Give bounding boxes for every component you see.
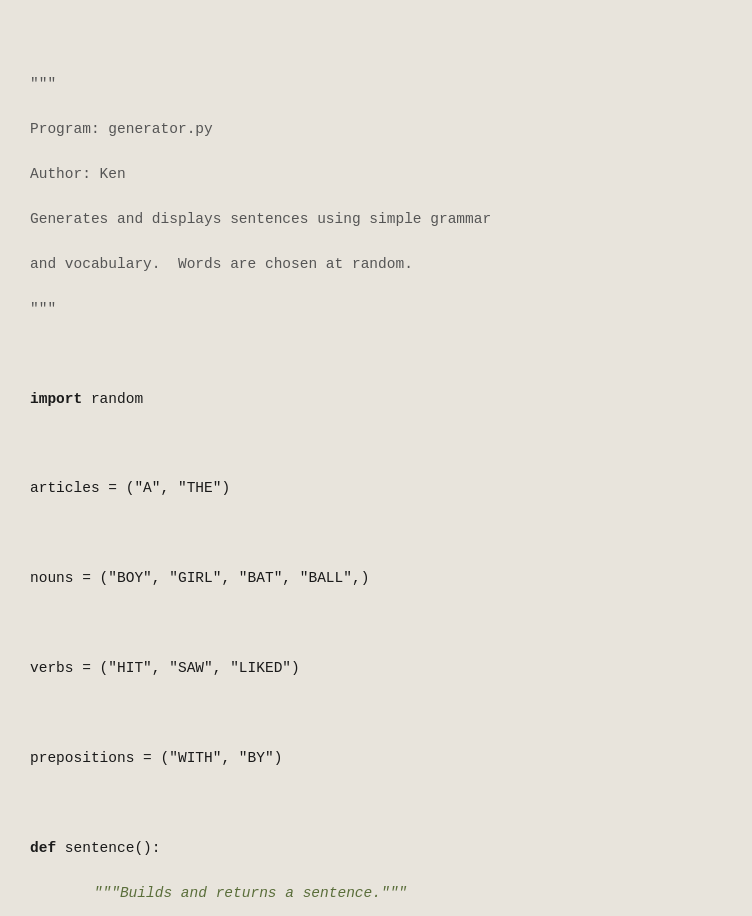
line-blank-6 [30,792,722,814]
line-1: """ [30,73,722,95]
line-blank-4 [30,612,722,634]
line-sentence-docstring: """Builds and returns a sentence.""" [30,882,722,904]
line-prepositions: prepositions = ("WITH", "BY") [30,747,722,769]
line-verbs: verbs = ("HIT", "SAW", "LIKED") [30,657,722,679]
line-blank-1 [30,343,722,365]
line-blank-5 [30,702,722,724]
line-blank-2 [30,432,722,454]
line-4: Generates and displays sentences using s… [30,208,722,230]
line-blank-3 [30,522,722,544]
line-nouns: nouns = ("BOY", "GIRL", "BAT", "BALL",) [30,567,722,589]
line-5: and vocabulary. Words are chosen at rand… [30,253,722,275]
line-def-sentence: def sentence(): [30,837,722,859]
line-articles: articles = ("A", "THE") [30,477,722,499]
line-6: """ [30,298,722,320]
line-import: import random [30,388,722,410]
code-container: """ Program: generator.py Author: Ken Ge… [30,28,722,916]
line-2: Program: generator.py [30,118,722,140]
line-3: Author: Ken [30,163,722,185]
